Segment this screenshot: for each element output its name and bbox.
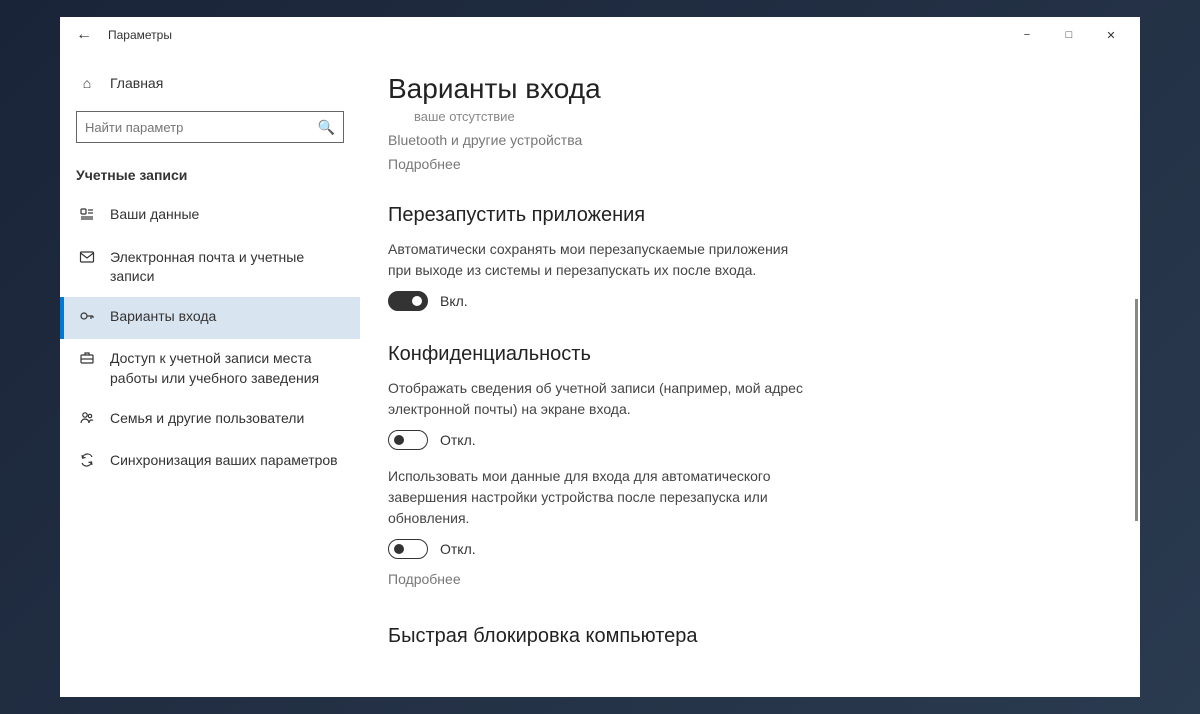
search-icon: 🔍 — [318, 119, 335, 136]
truncated-prev-text: ваше отсутствие — [414, 109, 1112, 124]
restart-apps-desc: Автоматически сохранять мои перезапускае… — [388, 239, 808, 281]
scrollbar-thumb[interactable] — [1135, 299, 1138, 521]
home-icon: ⌂ — [76, 75, 98, 91]
app-title: Параметры — [108, 28, 172, 42]
search-input[interactable] — [85, 120, 318, 135]
titlebar: ← Параметры − □ ✕ — [60, 17, 1140, 53]
sidebar-item-label: Варианты входа — [110, 307, 344, 327]
sidebar-item-work-school[interactable]: Доступ к учетной записи места работы или… — [60, 339, 360, 398]
privacy-toggle-2-row: Откл. — [388, 539, 1112, 559]
privacy-toggle-2-label: Откл. — [440, 541, 476, 557]
sidebar-item-sync[interactable]: Синхронизация ваших параметров — [60, 441, 360, 484]
privacy-toggle-1-row: Откл. — [388, 430, 1112, 450]
privacy-toggle-1[interactable] — [388, 430, 428, 450]
toggle-knob-icon — [394, 435, 404, 445]
minimize-icon: − — [1024, 29, 1030, 41]
window-controls: − □ ✕ — [1006, 19, 1132, 51]
arrow-left-icon: ← — [76, 26, 92, 44]
home-nav[interactable]: ⌂ Главная — [60, 65, 360, 101]
sidebar-item-email-accounts[interactable]: Электронная почта и учетные записи — [60, 238, 360, 297]
content-area: ⌂ Главная 🔍 Учетные записи Ваши данные Э… — [60, 53, 1140, 697]
sync-icon — [76, 452, 98, 474]
maximize-icon: □ — [1066, 29, 1073, 41]
settings-window: ← Параметры − □ ✕ ⌂ Главная 🔍 Учетные за… — [60, 17, 1140, 697]
privacy-desc-2: Использовать мои данные для входа для ав… — [388, 466, 808, 529]
sidebar-item-your-info[interactable]: Ваши данные — [60, 195, 360, 238]
privacy-toggle-1-label: Откл. — [440, 432, 476, 448]
restart-apps-toggle[interactable] — [388, 291, 428, 311]
minimize-button[interactable]: − — [1006, 19, 1048, 51]
sidebar-item-signin-options[interactable]: Варианты входа — [60, 297, 360, 340]
sidebar-item-label: Доступ к учетной записи места работы или… — [110, 349, 344, 388]
toggle-knob-icon — [394, 544, 404, 554]
toggle-knob-icon — [412, 296, 422, 306]
sidebar-item-label: Электронная почта и учетные записи — [110, 248, 344, 287]
privacy-title: Конфиденциальность — [388, 343, 1112, 366]
sidebar-section-header: Учетные записи — [60, 159, 360, 195]
close-icon: ✕ — [1106, 29, 1115, 42]
briefcase-icon — [76, 350, 98, 372]
key-icon — [76, 308, 98, 330]
bluetooth-link[interactable]: Bluetooth и другие устройства — [388, 132, 1112, 148]
sidebar: ⌂ Главная 🔍 Учетные записи Ваши данные Э… — [60, 53, 360, 697]
search-box[interactable]: 🔍 — [76, 111, 344, 143]
home-label: Главная — [110, 75, 163, 91]
back-button[interactable]: ← — [68, 19, 100, 51]
sidebar-item-label: Синхронизация ваших параметров — [110, 451, 344, 471]
maximize-button[interactable]: □ — [1048, 19, 1090, 51]
mail-icon — [76, 249, 98, 271]
restart-apps-title: Перезапустить приложения — [388, 204, 1112, 227]
restart-apps-toggle-label: Вкл. — [440, 293, 468, 309]
quick-lock-title: Быстрая блокировка компьютера — [388, 625, 1112, 648]
sidebar-item-label: Ваши данные — [110, 205, 344, 225]
close-button[interactable]: ✕ — [1090, 19, 1132, 51]
sidebar-item-label: Семья и другие пользователи — [110, 409, 344, 429]
main-panel: Варианты входа ваше отсутствие Bluetooth… — [360, 53, 1140, 697]
privacy-desc-1: Отображать сведения об учетной записи (н… — [388, 378, 808, 420]
privacy-more-link[interactable]: Подробнее — [388, 571, 1112, 587]
page-title: Варианты входа — [388, 73, 1112, 105]
people-icon — [76, 410, 98, 432]
learn-more-link[interactable]: Подробнее — [388, 156, 1112, 172]
restart-apps-toggle-row: Вкл. — [388, 291, 1112, 311]
privacy-toggle-2[interactable] — [388, 539, 428, 559]
person-icon — [76, 206, 98, 228]
scrollbar[interactable] — [1134, 133, 1138, 687]
sidebar-item-family[interactable]: Семья и другие пользователи — [60, 399, 360, 442]
